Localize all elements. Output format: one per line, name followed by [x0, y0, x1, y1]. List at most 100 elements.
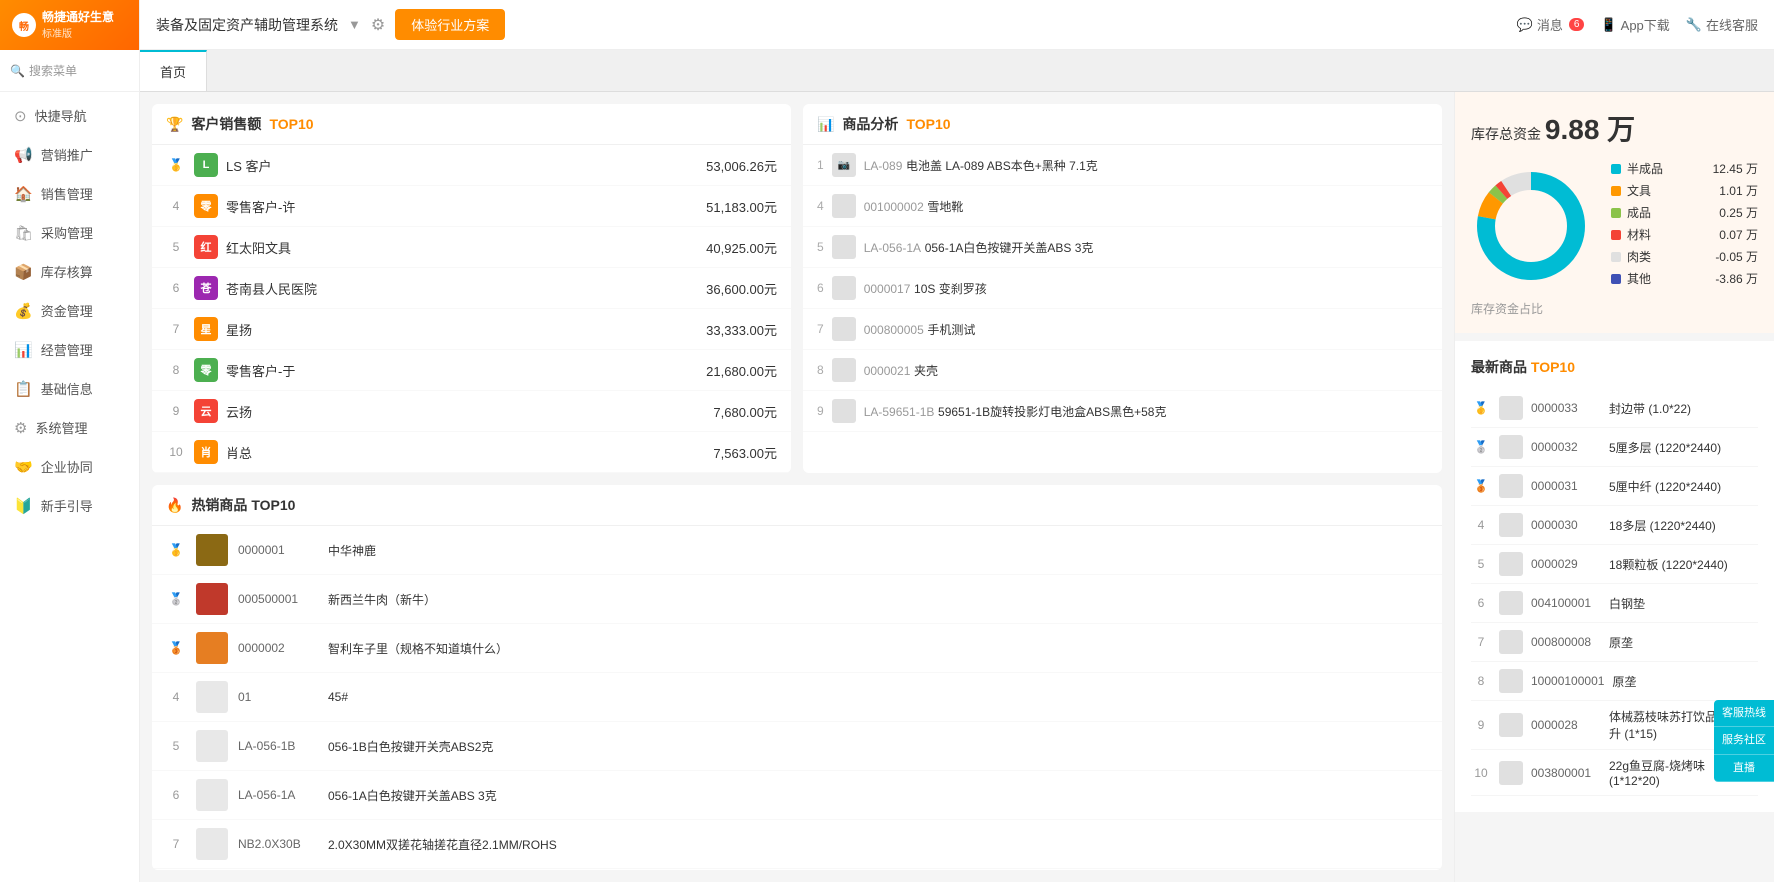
table-row: 4 001000002 雪地靴 — [803, 186, 1442, 227]
message-button[interactable]: 💬 消息 6 — [1517, 15, 1585, 34]
sidebar-item-basics[interactable]: 📋 基础信息 — [0, 369, 139, 408]
table-row: 8 0000021 夹壳 — [803, 350, 1442, 391]
main-area: 装备及固定资产辅助管理系统 ▼ ⚙ 体验行业方案 💬 消息 6 📱 App下载 … — [140, 0, 1774, 882]
product-thumbnail: 📷 — [832, 153, 856, 177]
product-ranking-header: 📊 商品分析 TOP10 — [803, 104, 1442, 145]
legend-item-finished: 成品 0.25 万 — [1611, 204, 1758, 221]
table-row: 6 0000017 10S 变刹罗孩 — [803, 268, 1442, 309]
avatar: 肖 — [194, 440, 218, 464]
avatar: 星 — [194, 317, 218, 341]
sidebar-search-section: 🔍 搜索菜单 — [0, 50, 139, 92]
avatar: 苍 — [194, 276, 218, 300]
list-item: 6 LA-056-1A 056-1A白色按键开关盖ABS 3克 — [152, 771, 1442, 820]
legend-item-semifinished: 半成品 12.45 万 — [1611, 160, 1758, 177]
sidebar-item-system[interactable]: ⚙ 系统管理 — [0, 408, 139, 447]
tab-home[interactable]: 首页 — [140, 50, 207, 91]
sidebar-item-guide[interactable]: 🔰 新手引导 — [0, 486, 139, 525]
legend-dot — [1611, 274, 1621, 284]
sidebar-item-purchase[interactable]: 🛍 采购管理 — [0, 213, 139, 252]
list-item: 4 01 45# — [152, 673, 1442, 722]
table-row: 10 肖 肖总 7,563.00元 — [152, 432, 791, 473]
hot-products-header: 🔥 热销商品 TOP10 — [152, 485, 1442, 526]
hot-product-thumbnail — [196, 681, 228, 713]
search-icon: 🔍 — [10, 64, 25, 78]
newest-thumbnail — [1499, 435, 1523, 459]
legend-item-other: 其他 -3.86 万 — [1611, 270, 1758, 287]
legend-item-material: 材料 0.07 万 — [1611, 226, 1758, 243]
inventory-legend: 半成品 12.45 万 文具 1.01 万 成品 0.25 万 — [1611, 160, 1758, 292]
product-thumbnail — [832, 235, 856, 259]
inventory-title: 库存总资金 9.88 万 — [1471, 108, 1758, 148]
newest-thumbnail — [1499, 630, 1523, 654]
guide-icon: 🔰 — [14, 497, 33, 515]
sidebar-item-quick-nav[interactable]: ⊙ 快捷导航 — [0, 96, 139, 135]
table-row: 5 LA-056-1A 056-1A白色按键开关盖ABS 3克 — [803, 227, 1442, 268]
chart-icon: 📊 — [817, 116, 834, 133]
settings-icon[interactable]: ⚙ — [371, 15, 385, 35]
sidebar-item-operations[interactable]: 📊 经营管理 — [0, 330, 139, 369]
customer-ranking-panel: 🏆 客户销售额 TOP10 🥇 L LS 客户 53,006.26元 4 — [152, 104, 791, 473]
sidebar-item-marketing[interactable]: 📢 营销推广 — [0, 135, 139, 174]
list-item: 8 0000011 12070519-xs — [152, 869, 1442, 870]
hot-product-thumbnail — [196, 534, 228, 566]
service-community-button[interactable]: 服务社区 — [1714, 727, 1774, 754]
list-item: 6 004100001 白钢垫 — [1471, 584, 1758, 623]
avatar: 零 — [194, 358, 218, 382]
newest-thumbnail — [1499, 591, 1523, 615]
sidebar-item-finance[interactable]: 💰 资金管理 — [0, 291, 139, 330]
product-thumbnail — [832, 194, 856, 218]
list-item: 🥇 0000033 封边带 (1.0*22) — [1471, 389, 1758, 428]
product-thumbnail — [832, 358, 856, 382]
fire-icon: 🔥 — [166, 497, 183, 514]
search-menu-button[interactable]: 🔍 搜索菜单 — [10, 58, 129, 83]
experience-button[interactable]: 体验行业方案 — [395, 9, 505, 40]
product-ranking-panel: 📊 商品分析 TOP10 1 📷 LA-089 电池盖 LA-089 ABS本色… — [803, 104, 1442, 473]
legend-item-meat: 肉类 -0.05 万 — [1611, 248, 1758, 265]
product-thumbnail — [832, 276, 856, 300]
list-item: 7 NB2.0X30B 2.0X30MM双搓花轴搓花直径2.1MM/ROHS — [152, 820, 1442, 869]
list-item: 🥈 000500001 新西兰牛肉（新牛） — [152, 575, 1442, 624]
table-row: 9 云 云扬 7,680.00元 — [152, 391, 791, 432]
list-item: 🥈 0000032 5厘多层 (1220*2440) — [1471, 428, 1758, 467]
message-icon: 💬 — [1517, 17, 1533, 33]
sidebar-item-enterprise[interactable]: 🤝 企业协同 — [0, 447, 139, 486]
hot-products-list: 🥇 0000001 中华神鹿 🥈 000500001 新西兰牛肉（新牛） 🥉 — [152, 526, 1442, 870]
system-title: 装备及固定资产辅助管理系统 — [156, 15, 338, 35]
list-item: 5 0000029 18颗粒板 (1220*2440) — [1471, 545, 1758, 584]
logo-badge: 标准版 — [42, 25, 114, 40]
purchase-icon: 🛍 — [14, 224, 33, 242]
system-dropdown-icon[interactable]: ▼ — [348, 17, 361, 32]
hot-product-thumbnail — [196, 779, 228, 811]
inventory-donut-chart — [1471, 166, 1591, 286]
legend-dot — [1611, 164, 1621, 174]
legend-dot — [1611, 186, 1621, 196]
sidebar-item-sales[interactable]: 🏠 销售管理 — [0, 174, 139, 213]
donut-area: 半成品 12.45 万 文具 1.01 万 成品 0.25 万 — [1471, 160, 1758, 292]
online-service-button[interactable]: 🔧 在线客服 — [1686, 15, 1758, 34]
enterprise-icon: 🤝 — [14, 458, 33, 476]
live-stream-button[interactable]: 直播 — [1714, 755, 1774, 782]
table-row: 4 零 零售客户-许 51,183.00元 — [152, 186, 791, 227]
float-service-panel: 客服热线 服务社区 直播 — [1714, 700, 1774, 782]
hot-product-thumbnail — [196, 632, 228, 664]
inventory-section: 库存总资金 9.88 万 — [1455, 92, 1774, 333]
sales-icon: 🏠 — [14, 185, 33, 203]
newest-thumbnail — [1499, 669, 1523, 693]
product-ranking-list: 1 📷 LA-089 电池盖 LA-089 ABS本色+黑种 7.1克 4 00… — [803, 145, 1442, 432]
top-panels: 🏆 客户销售额 TOP10 🥇 L LS 客户 53,006.26元 4 — [152, 104, 1442, 473]
newest-thumbnail — [1499, 474, 1523, 498]
legend-dot — [1611, 252, 1621, 262]
table-row: 8 零 零售客户-于 21,680.00元 — [152, 350, 791, 391]
newest-thumbnail — [1499, 396, 1523, 420]
sidebar-item-inventory[interactable]: 📦 库存核算 — [0, 252, 139, 291]
customer-hotline-button[interactable]: 客服热线 — [1714, 700, 1774, 727]
newest-thumbnail — [1499, 552, 1523, 576]
inventory-subtitle: 库存资金占比 — [1471, 300, 1758, 317]
legend-dot — [1611, 230, 1621, 240]
list-item: 5 LA-056-1B 056-1B白色按键开关壳ABS2克 — [152, 722, 1442, 771]
sidebar: 畅 畅捷通好生意 标准版 🔍 搜索菜单 ⊙ 快捷导航 📢 营销推广 🏠 销售管理… — [0, 0, 140, 882]
list-item: 🥉 0000002 智利车子里（规格不知道填什么） — [152, 624, 1442, 673]
app-download-button[interactable]: 📱 App下载 — [1600, 15, 1669, 34]
trophy-icon: 🏆 — [166, 116, 183, 133]
table-row: 9 LA-59651-1B 59651-1B旋转投影灯电池盒ABS黑色+58克 — [803, 391, 1442, 432]
